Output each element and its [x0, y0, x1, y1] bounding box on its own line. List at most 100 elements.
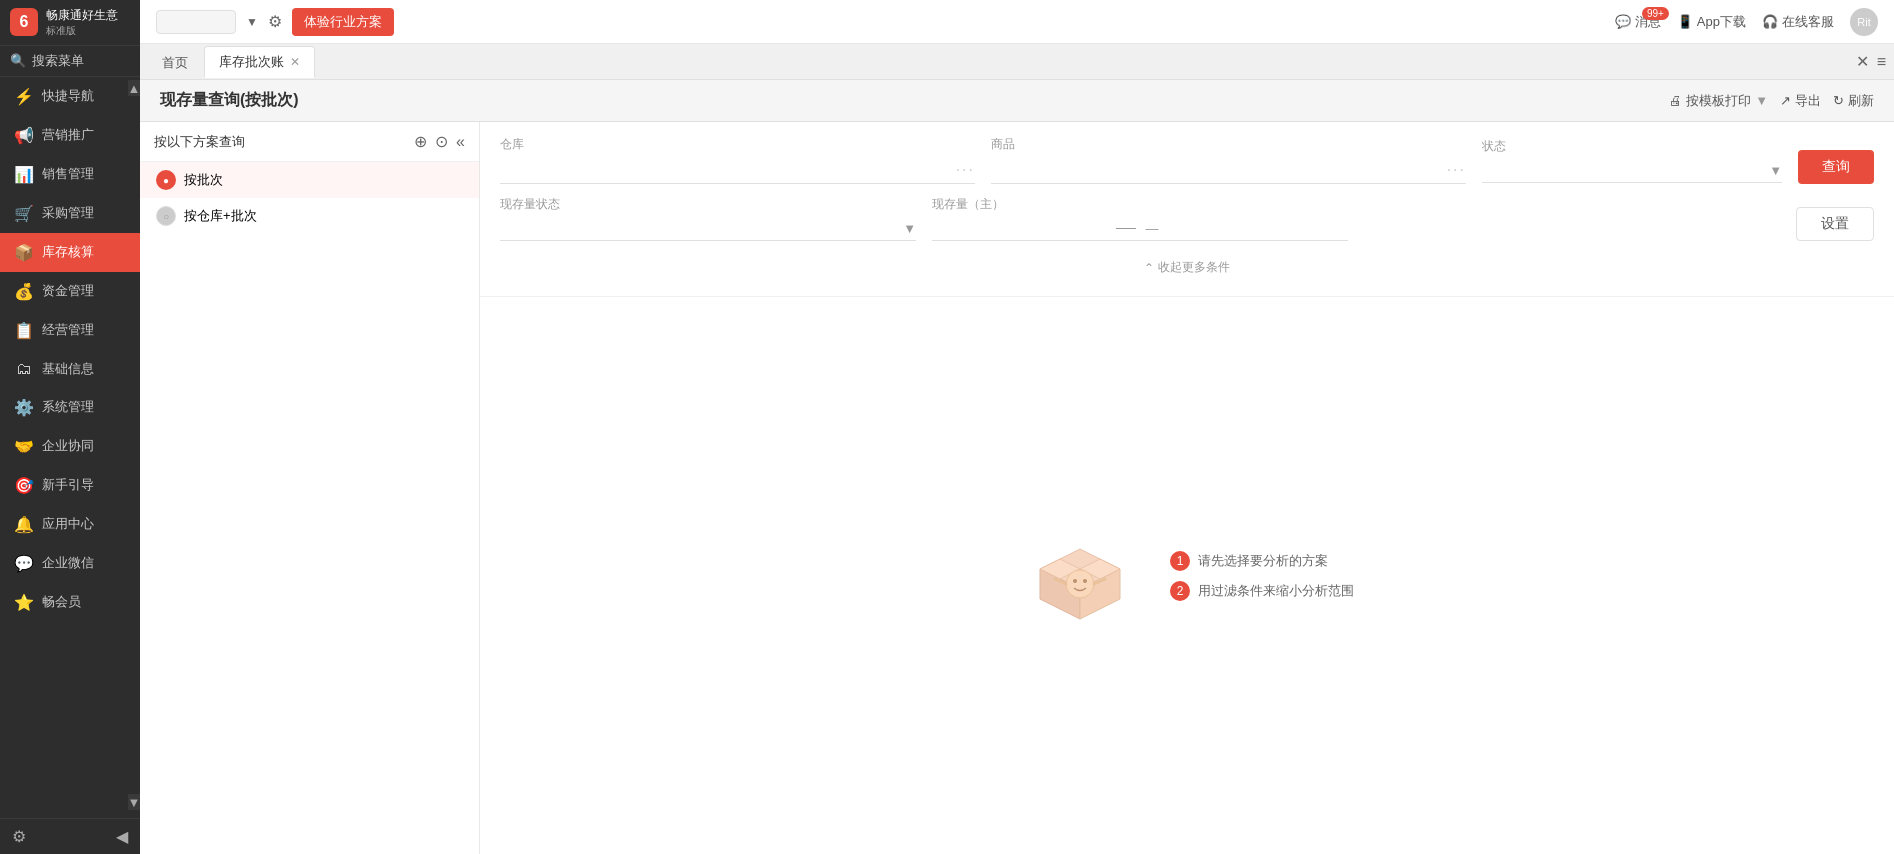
sidebar-item-system[interactable]: ⚙️ 系统管理 — [0, 388, 140, 427]
app-logo: 6 — [10, 8, 38, 36]
sidebar-item-label-sales: 销售管理 — [42, 165, 94, 183]
warehouse-dots[interactable]: ··· — [956, 161, 975, 179]
scroll-up-btn[interactable]: ▲ — [128, 80, 140, 96]
try-industry-button[interactable]: 体验行业方案 — [292, 8, 394, 36]
sidebar-item-label-appstore: 应用中心 — [42, 515, 94, 533]
plan-item-warehouse-batch[interactable]: ○按仓库+批次 — [140, 198, 479, 234]
sidebar-item-label-member: 畅会员 — [42, 593, 81, 611]
warehouse-filter: 仓库 ··· — [500, 136, 975, 184]
sidebar-item-finance[interactable]: 💰 资金管理 — [0, 272, 140, 311]
sidebar-item-label-newbie: 新手引导 — [42, 476, 94, 494]
print-btn[interactable]: 🖨 按模板打印 ▼ — [1669, 92, 1768, 110]
plan-list: ● 按批次 ○按仓库+批次 — [140, 162, 479, 234]
filter-section: 仓库 ··· 商品 ··· — [480, 122, 1894, 297]
sidebar-item-label-system: 系统管理 — [42, 398, 94, 416]
sidebar-item-member[interactable]: ⭐ 畅会员 — [0, 583, 140, 622]
sidebar-item-marketing[interactable]: 📢营销推广 — [0, 116, 140, 155]
collapse-row[interactable]: ⌃ 收起更多条件 — [500, 253, 1874, 282]
sidebar-search[interactable]: 🔍 搜索菜单 — [0, 46, 140, 77]
stock-status-dropdown-icon[interactable]: ▼ — [903, 221, 916, 236]
app-download-btn[interactable]: 📱 App下载 — [1677, 13, 1746, 31]
collapse-panel-icon[interactable]: « — [456, 133, 465, 151]
tab-menu-icon[interactable]: ≡ — [1877, 53, 1886, 71]
quick-nav-icon: ⚡ — [14, 87, 34, 106]
tab-close-inventory-batch[interactable]: ✕ — [290, 55, 300, 69]
sidebar-item-purchase[interactable]: 🛒采购管理 — [0, 194, 140, 233]
topbar-gear-icon[interactable]: ⚙ — [268, 12, 282, 31]
filter-row-1: 仓库 ··· 商品 ··· — [500, 136, 1874, 184]
export-icon: ↗ — [1780, 93, 1791, 108]
plan-dot-batch: ● — [156, 170, 176, 190]
stock-qty-divider — [1116, 228, 1136, 229]
search-icon: 🔍 — [10, 53, 26, 68]
breadcrumb-input[interactable] — [156, 10, 236, 34]
sales-icon: 📊 — [14, 165, 34, 184]
plan-label-batch: 按批次 — [184, 171, 223, 189]
message-icon: 💬 — [1615, 14, 1631, 29]
product-input-wrapper[interactable]: ··· — [991, 157, 1466, 184]
sidebar-item-operation[interactable]: 📋经营管理 — [0, 311, 140, 350]
system-icon: ⚙️ — [14, 398, 34, 417]
online-service-btn[interactable]: 🎧 在线客服 — [1762, 13, 1834, 31]
collab-icon: 🤝 — [14, 437, 34, 456]
empty-state: 1请先选择要分析的方案2用过滤条件来缩小分析范围 — [480, 297, 1894, 854]
add-plan-icon[interactable]: ⊕ — [414, 132, 427, 151]
topbar-dropdown-icon[interactable]: ▼ — [246, 15, 258, 29]
status-dropdown-icon[interactable]: ▼ — [1769, 163, 1782, 178]
page-header: 现存量查询(按批次) 🖨 按模板打印 ▼ ↗ 导出 ↻ 刷新 — [140, 80, 1894, 122]
manage-plan-icon[interactable]: ⊙ — [435, 132, 448, 151]
left-panel: 按以下方案查询 ⊕ ⊙ « ● 按批次 ○按仓库+批次 — [140, 122, 480, 854]
sidebar-item-basic[interactable]: 🗂基础信息 — [0, 350, 140, 388]
messages-btn[interactable]: 💬 消息 99+ — [1615, 13, 1661, 31]
layout-body: 按以下方案查询 ⊕ ⊙ « ●按批次○按仓库+批次 仓库 — [140, 122, 1894, 854]
sidebar-item-label-finance: 资金管理 — [42, 282, 94, 300]
sidebar-item-inventory[interactable]: 📦库存核算 — [0, 233, 140, 272]
page-header-actions: 🖨 按模板打印 ▼ ↗ 导出 ↻ 刷新 — [1669, 92, 1874, 110]
user-profile-btn[interactable]: Rit — [1850, 8, 1878, 36]
print-dropdown-icon[interactable]: ▼ — [1755, 93, 1768, 108]
svg-point-6 — [1073, 579, 1077, 583]
left-panel-header: 按以下方案查询 ⊕ ⊙ « — [140, 122, 479, 162]
page-content: 现存量查询(按批次) 🖨 按模板打印 ▼ ↗ 导出 ↻ 刷新 — [140, 80, 1894, 854]
sidebar-header: 6 畅康通好生意 标准版 — [0, 0, 140, 46]
tip-text-2: 用过滤条件来缩小分析范围 — [1198, 582, 1354, 600]
sidebar-item-quick-nav[interactable]: ⚡快捷导航 — [0, 77, 140, 116]
svg-point-5 — [1066, 570, 1094, 598]
stock-status-select-wrapper[interactable]: ▼ — [500, 217, 916, 241]
left-panel-actions: ⊕ ⊙ « — [414, 132, 465, 151]
phone-icon: 📱 — [1677, 14, 1693, 29]
product-dots[interactable]: ··· — [1447, 161, 1466, 179]
finance-icon: 💰 — [14, 282, 34, 301]
tip-text-1: 请先选择要分析的方案 — [1198, 552, 1328, 570]
query-button[interactable]: 查询 — [1798, 150, 1874, 184]
sidebar: 6 畅康通好生意 标准版 🔍 搜索菜单 ⚡快捷导航📢营销推广 📊 销售管理 🛒采购管理… — [0, 0, 140, 854]
print-icon: 🖨 — [1669, 93, 1682, 108]
scroll-down-btn[interactable]: ▼ — [128, 794, 140, 810]
right-panel: 仓库 ··· 商品 ··· — [480, 122, 1894, 854]
sidebar-item-label-purchase: 采购管理 — [42, 204, 94, 222]
refresh-btn[interactable]: ↻ 刷新 — [1833, 92, 1874, 110]
inventory-icon: 📦 — [14, 243, 34, 262]
sidebar-item-wechat[interactable]: 💬企业微信 — [0, 544, 140, 583]
collapse-label: 收起更多条件 — [1158, 259, 1230, 276]
settings-button[interactable]: 设置 — [1796, 207, 1874, 241]
status-select-wrapper[interactable]: ▼ — [1482, 159, 1782, 183]
export-btn[interactable]: ↗ 导出 — [1780, 92, 1821, 110]
plan-item-batch[interactable]: ● 按批次 — [140, 162, 479, 198]
member-icon: ⭐ — [14, 593, 34, 612]
tab-inventory-batch[interactable]: 库存批次账✕ — [204, 46, 315, 78]
stock-qty-wrapper[interactable]: — — [932, 217, 1348, 241]
sidebar-item-newbie[interactable]: 🎯新手引导 — [0, 466, 140, 505]
sidebar-item-collab[interactable]: 🤝企业协同 — [0, 427, 140, 466]
warehouse-input-wrapper[interactable]: ··· — [500, 157, 975, 184]
product-filter: 商品 ··· — [991, 136, 1466, 184]
collapse-sidebar-icon[interactable]: ◀ — [116, 827, 128, 846]
sidebar-item-appstore[interactable]: 🔔应用中心 — [0, 505, 140, 544]
sidebar-item-label-marketing: 营销推广 — [42, 126, 94, 144]
wechat-icon: 💬 — [14, 554, 34, 573]
tab-home[interactable]: 首页 — [148, 48, 202, 78]
sidebar-item-sales[interactable]: 📊 销售管理 — [0, 155, 140, 194]
close-tab-btn[interactable]: ✕ — [1856, 52, 1869, 71]
refresh-icon: ↻ — [1833, 93, 1844, 108]
settings-footer-icon[interactable]: ⚙ — [12, 827, 26, 846]
